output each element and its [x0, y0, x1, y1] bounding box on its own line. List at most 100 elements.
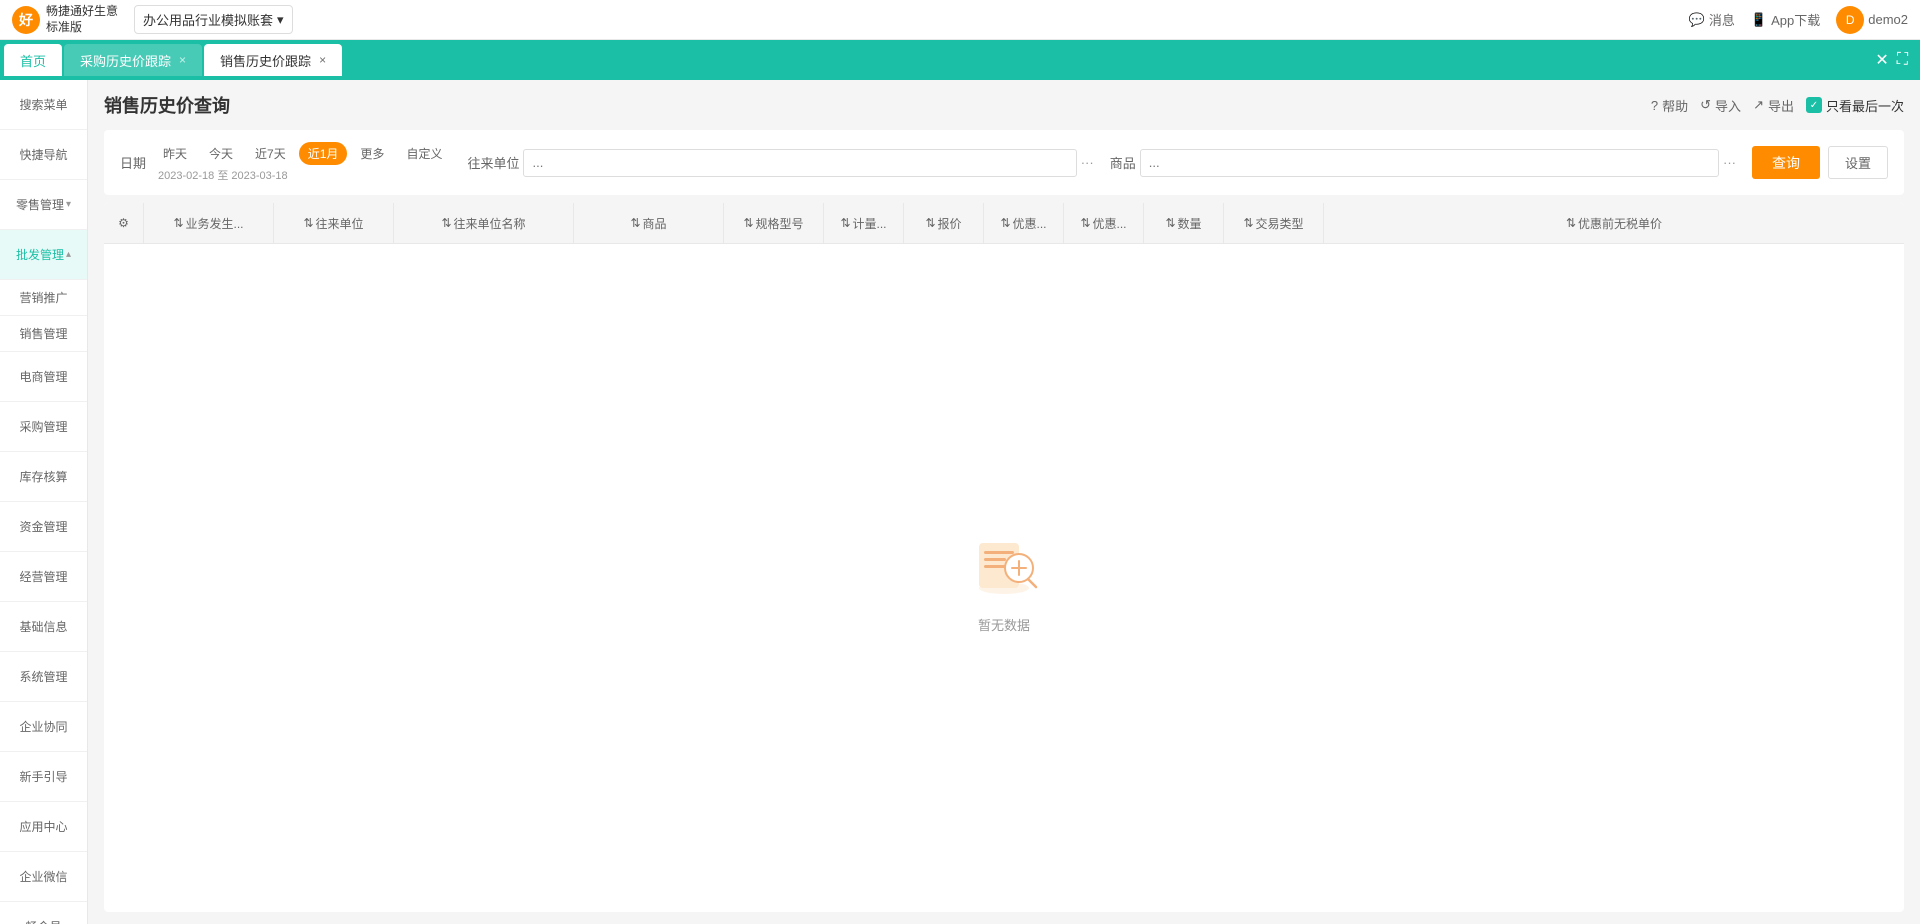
th-date[interactable]: ⇅ 业务发生...: [144, 203, 274, 243]
sidebar-item-ecommerce[interactable]: 电商管理: [0, 352, 87, 402]
th-gear[interactable]: ⚙: [104, 203, 144, 243]
filter-bar: 日期 昨天 今天 近7天 近1月 更多 自定义 2023-02-18 至 202…: [104, 130, 1904, 195]
table-container: ⚙ ⇅ 业务发生... ⇅ 往来单位 ⇅ 往来单位名称: [104, 203, 1904, 912]
logo-icon: 好: [12, 6, 40, 34]
sort-icon: ⇅: [743, 216, 753, 230]
help-icon: ?: [1651, 98, 1658, 113]
sidebar-item-marketing[interactable]: 营销推广: [0, 280, 87, 316]
empty-state: 暂无数据: [104, 244, 1904, 912]
tab-close-purchase[interactable]: ×: [179, 53, 186, 67]
th-spec[interactable]: ⇅ 规格型号: [724, 203, 824, 243]
sidebar-item-inventory[interactable]: 库存核算: [0, 452, 87, 502]
import-button[interactable]: ↺ 导入: [1700, 96, 1741, 115]
sidebar-item-system[interactable]: 系统管理: [0, 652, 87, 702]
sort-icon: ⇅: [173, 216, 183, 230]
logo-text: 畅捷通好生意 标准版: [46, 4, 118, 35]
sidebar-item-app-center[interactable]: 应用中心: [0, 802, 87, 852]
date-btn-today[interactable]: 今天: [200, 142, 242, 165]
date-buttons: 昨天 今天 近7天 近1月 更多 自定义: [154, 142, 451, 165]
date-btn-more[interactable]: 更多: [351, 142, 393, 165]
sort-icon: ⇅: [1080, 216, 1090, 230]
th-unit-id[interactable]: ⇅ 往来单位: [274, 203, 394, 243]
th-trade-type[interactable]: ⇅ 交易类型: [1224, 203, 1324, 243]
app-download-button[interactable]: 📱 App下载: [1751, 10, 1820, 29]
sidebar-item-cooperation[interactable]: 企业协同: [0, 702, 87, 752]
date-btn-7days[interactable]: 近7天: [246, 142, 295, 165]
empty-text: 暂无数据: [978, 615, 1030, 634]
message-button[interactable]: 💬 消息: [1689, 10, 1735, 29]
date-btn-1month[interactable]: 近1月: [299, 142, 348, 165]
date-label: 日期: [120, 153, 146, 172]
page-actions: ? 帮助 ↺ 导入 ↗ 导出 ✓ 只看最后一次: [1651, 96, 1904, 115]
top-bar: 好 畅捷通好生意 标准版 办公用品行业模拟账套 ▾ 💬 消息 📱 App下载 D…: [0, 0, 1920, 40]
query-button[interactable]: 查询: [1752, 146, 1820, 179]
unit-input[interactable]: [523, 149, 1076, 177]
app-icon: 📱: [1751, 12, 1767, 28]
help-button[interactable]: ? 帮助: [1651, 96, 1688, 115]
top-bar-left: 好 畅捷通好生意 标准版 办公用品行业模拟账套 ▾: [12, 4, 293, 35]
sidebar-item-member[interactable]: 畅会员: [0, 902, 87, 924]
sidebar-item-finance[interactable]: 资金管理: [0, 502, 87, 552]
last-only-checkbox-wrap[interactable]: ✓ 只看最后一次: [1806, 96, 1904, 115]
product-more-icon[interactable]: ···: [1723, 155, 1736, 170]
th-unit-name[interactable]: ⇅ 往来单位名称: [394, 203, 574, 243]
sort-icon: ⇅: [1566, 216, 1576, 230]
settings-button[interactable]: 设置: [1828, 146, 1888, 179]
sidebar-item-wechat[interactable]: 企业微信: [0, 852, 87, 902]
last-only-checkbox[interactable]: ✓: [1806, 97, 1822, 113]
sidebar-item-retail[interactable]: 零售管理 ▾: [0, 180, 87, 230]
date-shortcuts: 昨天 今天 近7天 近1月 更多 自定义 2023-02-18 至 2023-0…: [154, 142, 451, 183]
th-no-tax-price[interactable]: ⇅ 优惠前无税单价: [1324, 203, 1904, 243]
product-input[interactable]: [1140, 149, 1719, 177]
th-discount1[interactable]: ⇅ 优惠...: [984, 203, 1064, 243]
sidebar-item-wholesale[interactable]: 批发管理 ▴: [0, 230, 87, 280]
th-product[interactable]: ⇅ 商品: [574, 203, 724, 243]
sidebar-item-sales-mgmt[interactable]: 销售管理: [0, 316, 87, 352]
sort-icon: ⇅: [441, 216, 451, 230]
date-btn-custom[interactable]: 自定义: [397, 142, 451, 165]
avatar: D: [1836, 6, 1864, 34]
date-btn-yesterday[interactable]: 昨天: [154, 142, 196, 165]
fullscreen-icon[interactable]: ⛶: [1897, 51, 1908, 69]
date-filter-group: 日期 昨天 今天 近7天 近1月 更多 自定义 2023-02-18 至 202…: [120, 142, 451, 183]
sidebar-item-purchase[interactable]: 采购管理: [0, 402, 87, 452]
export-button[interactable]: ↗ 导出: [1753, 96, 1794, 115]
sidebar-item-search[interactable]: 搜索菜单: [0, 80, 87, 130]
sort-icon: ⇅: [1000, 216, 1010, 230]
sidebar-item-basic-info[interactable]: 基础信息: [0, 602, 87, 652]
th-discount2[interactable]: ⇅ 优惠...: [1064, 203, 1144, 243]
tab-home[interactable]: 首页: [4, 44, 62, 76]
unit-label: 往来单位: [467, 153, 519, 172]
sidebar: 搜索菜单 快捷导航 零售管理 ▾ 批发管理 ▴ 营销推广 销售管理 电商管理 采…: [0, 80, 88, 924]
account-dropdown[interactable]: 办公用品行业模拟账套 ▾: [134, 5, 293, 34]
product-label: 商品: [1110, 153, 1136, 172]
import-icon: ↺: [1700, 97, 1711, 113]
logo-area: 好 畅捷通好生意 标准版: [12, 4, 118, 35]
close-all-tabs-icon[interactable]: ✕: [1875, 50, 1888, 70]
sidebar-item-operations[interactable]: 经营管理: [0, 552, 87, 602]
th-price[interactable]: ⇅ 报价: [904, 203, 984, 243]
page-header: 销售历史价查询 ? 帮助 ↺ 导入 ↗ 导出 ✓: [104, 92, 1904, 118]
main-layout: 搜索菜单 快捷导航 零售管理 ▾ 批发管理 ▴ 营销推广 销售管理 电商管理 采…: [0, 80, 1920, 924]
sort-icon: ⇅: [1165, 216, 1175, 230]
date-range-text: 2023-02-18 至 2023-03-18: [158, 167, 288, 183]
th-qty[interactable]: ⇅ 数量: [1144, 203, 1224, 243]
page-content: 销售历史价查询 ? 帮助 ↺ 导入 ↗ 导出 ✓: [88, 80, 1920, 924]
page-title: 销售历史价查询: [104, 92, 230, 118]
chevron-down-icon: ▾: [66, 199, 71, 210]
sidebar-item-shortcuts[interactable]: 快捷导航: [0, 130, 87, 180]
tab-sales-history[interactable]: 销售历史价跟踪 ×: [204, 44, 342, 76]
tab-purchase-history[interactable]: 采购历史价跟踪 ×: [64, 44, 202, 76]
sort-icon: ⇅: [925, 216, 935, 230]
gear-icon: ⚙: [118, 216, 129, 230]
sort-icon: ⇅: [1243, 216, 1253, 230]
tab-bar-actions: ✕ ⛶: [1875, 50, 1916, 70]
th-calc[interactable]: ⇅ 计量...: [824, 203, 904, 243]
tab-bar: 首页 采购历史价跟踪 × 销售历史价跟踪 × ✕ ⛶: [0, 40, 1920, 80]
content-area: 销售历史价查询 ? 帮助 ↺ 导入 ↗ 导出 ✓: [88, 80, 1920, 924]
unit-more-icon[interactable]: ···: [1081, 155, 1094, 170]
chevron-up-icon: ▴: [66, 249, 71, 260]
sidebar-item-guide[interactable]: 新手引导: [0, 752, 87, 802]
user-menu[interactable]: D demo2: [1836, 6, 1908, 34]
tab-close-sales[interactable]: ×: [319, 53, 326, 67]
